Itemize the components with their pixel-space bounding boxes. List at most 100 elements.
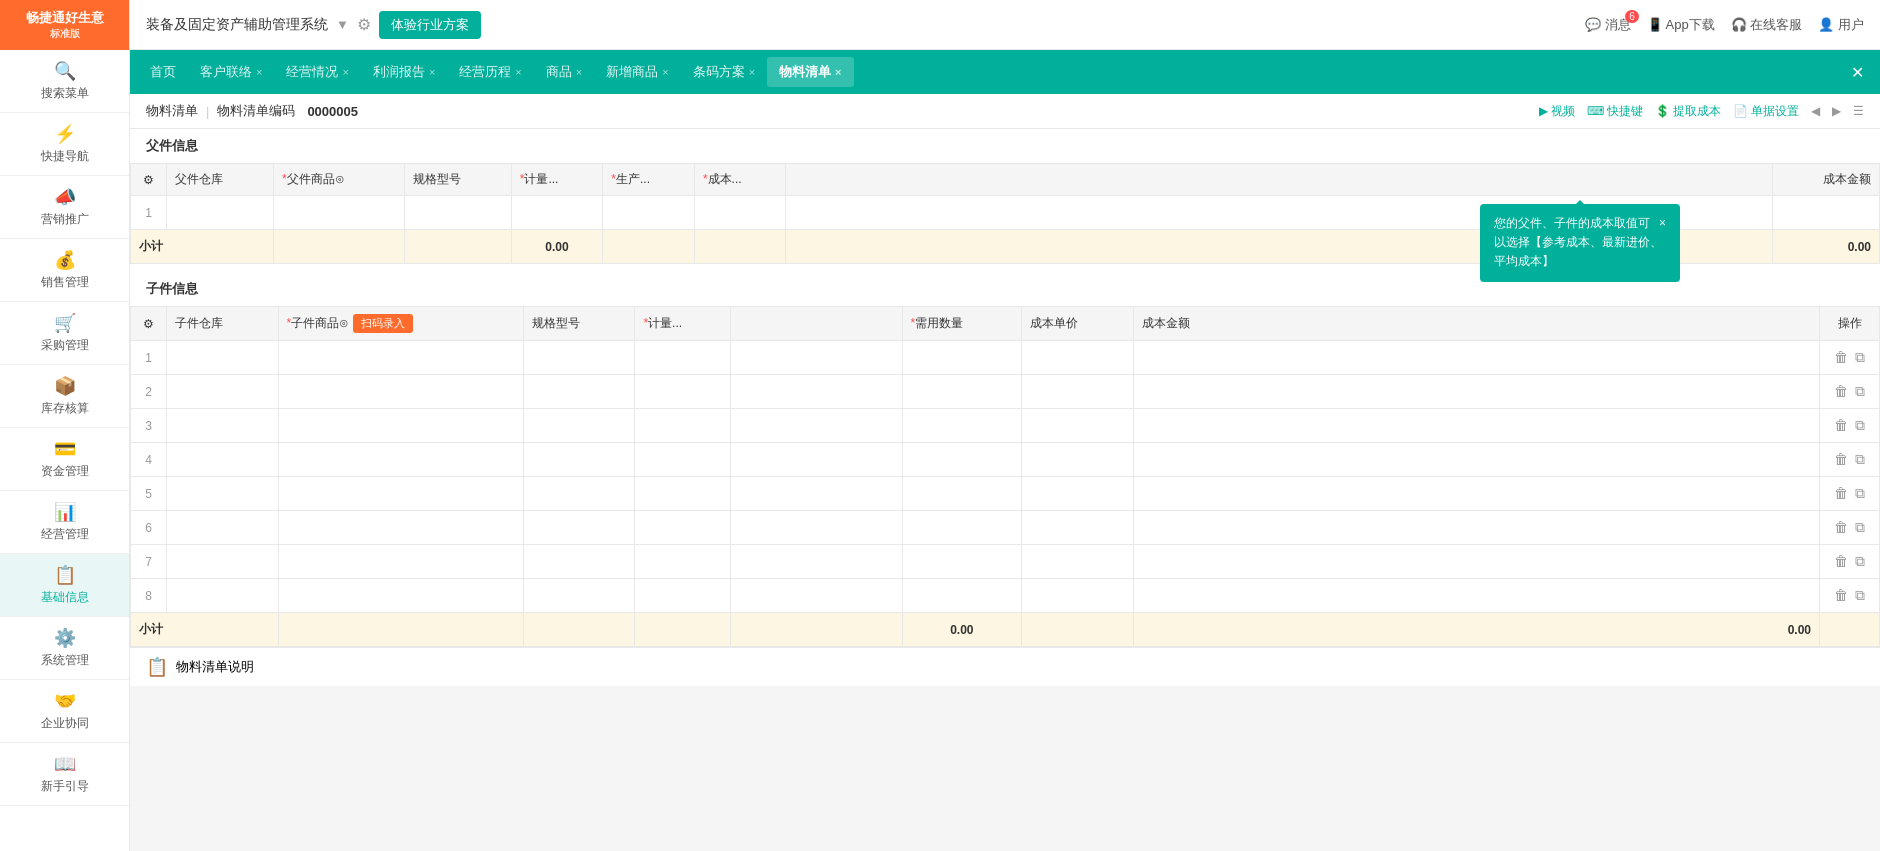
child-price-6[interactable] (1022, 511, 1134, 545)
nav-prev-icon[interactable]: ◀ (1811, 104, 1820, 118)
child-price-2[interactable] (1022, 375, 1134, 409)
parent-spec-1[interactable] (404, 196, 511, 230)
delete-icon-5[interactable]: 🗑 (1834, 485, 1848, 501)
copy-icon-7[interactable]: ⧉ (1855, 553, 1865, 569)
child-qty-7[interactable] (902, 545, 1022, 579)
child-warehouse-3[interactable] (167, 409, 279, 443)
tab-close-operation[interactable]: × (342, 66, 348, 78)
parent-warehouse-1[interactable] (167, 196, 274, 230)
setting-action[interactable]: 📄 单据设置 (1733, 103, 1799, 120)
tooltip-close-btn[interactable]: × (1659, 214, 1666, 233)
parent-cost-1[interactable] (694, 196, 786, 230)
child-price-3[interactable] (1022, 409, 1134, 443)
child-qty-2[interactable] (902, 375, 1022, 409)
sidebar-item-guide[interactable]: 📖 新手引导 (0, 743, 129, 806)
child-qty-3[interactable] (902, 409, 1022, 443)
scan-btn[interactable]: 扫码录入 (353, 314, 413, 333)
nav-tab-history[interactable]: 经营历程× (447, 57, 533, 87)
parent-unit-1[interactable] (511, 196, 603, 230)
nav-tab-material[interactable]: 物料清单× (767, 57, 853, 87)
child-unit-4[interactable] (635, 443, 731, 477)
copy-icon-4[interactable]: ⧉ (1855, 451, 1865, 467)
delete-icon-6[interactable]: 🗑 (1834, 519, 1848, 535)
child-warehouse-6[interactable] (167, 511, 279, 545)
sidebar-item-purchase[interactable]: 🛒 采购管理 (0, 302, 129, 365)
child-qty-6[interactable] (902, 511, 1022, 545)
online-service-btn[interactable]: 🎧 在线客服 (1731, 16, 1803, 34)
sidebar-item-finance[interactable]: 💳 资金管理 (0, 428, 129, 491)
child-unit-3[interactable] (635, 409, 731, 443)
child-warehouse-4[interactable] (167, 443, 279, 477)
dropdown-arrow-icon[interactable]: ▼ (336, 17, 349, 32)
sidebar-item-search[interactable]: 🔍 搜索菜单 (0, 50, 129, 113)
child-unit-2[interactable] (635, 375, 731, 409)
trial-btn[interactable]: 体验行业方案 (379, 11, 481, 39)
parent-produce-1[interactable] (603, 196, 695, 230)
sidebar-item-inventory[interactable]: 📦 库存核算 (0, 365, 129, 428)
delete-icon-1[interactable]: 🗑 (1834, 349, 1848, 365)
message-btn[interactable]: 💬 消息 6 (1585, 16, 1631, 34)
copy-icon-6[interactable]: ⧉ (1855, 519, 1865, 535)
tab-close-new-goods[interactable]: × (662, 66, 668, 78)
tab-close-goods[interactable]: × (576, 66, 582, 78)
child-goods-3[interactable] (278, 409, 523, 443)
delete-icon-4[interactable]: 🗑 (1834, 451, 1848, 467)
tab-close-barcode[interactable]: × (749, 66, 755, 78)
child-unit-5[interactable] (635, 477, 731, 511)
child-warehouse-7[interactable] (167, 545, 279, 579)
child-price-5[interactable] (1022, 477, 1134, 511)
child-goods-4[interactable] (278, 443, 523, 477)
child-warehouse-2[interactable] (167, 375, 279, 409)
tab-close-material[interactable]: × (835, 66, 841, 78)
sidebar-item-basic-info[interactable]: 📋 基础信息 (0, 554, 129, 617)
child-price-1[interactable] (1022, 341, 1134, 375)
settings-icon[interactable]: ⚙ (357, 15, 371, 34)
tab-close-history[interactable]: × (515, 66, 521, 78)
copy-icon-3[interactable]: ⧉ (1855, 417, 1865, 433)
delete-icon-7[interactable]: 🗑 (1834, 553, 1848, 569)
child-warehouse-5[interactable] (167, 477, 279, 511)
parent-goods-1[interactable] (273, 196, 404, 230)
child-spec-1[interactable] (523, 341, 635, 375)
child-spec-3[interactable] (523, 409, 635, 443)
child-goods-2[interactable] (278, 375, 523, 409)
view-action[interactable]: ▶ 视频 (1539, 103, 1575, 120)
child-spec-8[interactable] (523, 579, 635, 613)
shortcut-action[interactable]: ⌨ 快捷键 (1587, 103, 1643, 120)
nav-next-icon[interactable]: ▶ (1832, 104, 1841, 118)
child-price-8[interactable] (1022, 579, 1134, 613)
sidebar-item-quick-nav[interactable]: ⚡ 快捷导航 (0, 113, 129, 176)
child-spec-7[interactable] (523, 545, 635, 579)
child-spec-2[interactable] (523, 375, 635, 409)
delete-icon-3[interactable]: 🗑 (1834, 417, 1848, 433)
child-goods-5[interactable] (278, 477, 523, 511)
child-goods-1[interactable] (278, 341, 523, 375)
child-goods-7[interactable] (278, 545, 523, 579)
app-download-btn[interactable]: 📱 App下载 (1647, 16, 1715, 34)
child-unit-1[interactable] (635, 341, 731, 375)
tab-close-customer[interactable]: × (256, 66, 262, 78)
child-spec-4[interactable] (523, 443, 635, 477)
nav-tab-new-goods[interactable]: 新增商品× (594, 57, 680, 87)
copy-icon-1[interactable]: ⧉ (1855, 349, 1865, 365)
sidebar-item-operations[interactable]: 📊 经营管理 (0, 491, 129, 554)
child-unit-8[interactable] (635, 579, 731, 613)
nav-tab-profit[interactable]: 利润报告× (361, 57, 447, 87)
nav-tab-operation[interactable]: 经营情况× (274, 57, 360, 87)
child-qty-5[interactable] (902, 477, 1022, 511)
sidebar-item-enterprise[interactable]: 🤝 企业协同 (0, 680, 129, 743)
delete-icon-8[interactable]: 🗑 (1834, 587, 1848, 603)
child-goods-8[interactable] (278, 579, 523, 613)
child-spec-6[interactable] (523, 511, 635, 545)
sidebar-item-marketing[interactable]: 📣 营销推广 (0, 176, 129, 239)
nav-tab-home[interactable]: 首页 (138, 57, 188, 87)
child-price-7[interactable] (1022, 545, 1134, 579)
cost-action[interactable]: 💲 提取成本 (1655, 103, 1721, 120)
child-qty-4[interactable] (902, 443, 1022, 477)
user-btn[interactable]: 👤 用户 (1818, 16, 1864, 34)
sidebar-item-system[interactable]: ⚙️ 系统管理 (0, 617, 129, 680)
child-spec-5[interactable] (523, 477, 635, 511)
copy-icon-8[interactable]: ⧉ (1855, 587, 1865, 603)
child-goods-6[interactable] (278, 511, 523, 545)
menu-icon[interactable]: ☰ (1853, 104, 1864, 118)
